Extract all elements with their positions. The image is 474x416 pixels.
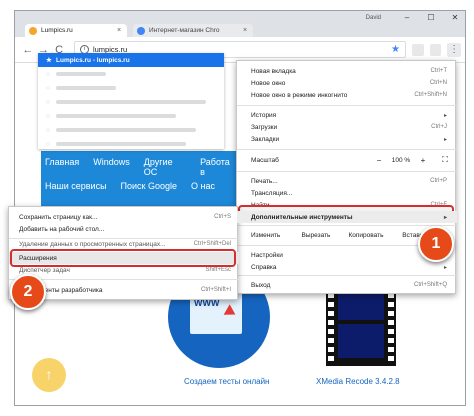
star-icon: ★	[46, 57, 52, 64]
menu-item-downloads[interactable]: Загрузки Ctrl+J	[237, 121, 457, 133]
submenu-item-save-page[interactable]: Сохранить страницу как... Ctrl+S	[9, 211, 239, 223]
edit-label: Изменить	[251, 231, 281, 239]
site-navigation-band: Главная Windows Другие ОС Работа в Наши …	[41, 151, 245, 207]
extensions-highlight	[10, 249, 236, 267]
menu-item-print[interactable]: Печать... Ctrl+P	[237, 175, 457, 187]
close-window-button[interactable]: ✕	[443, 11, 465, 25]
chrome-menu-button[interactable]: ⋮	[447, 42, 461, 57]
suggestion-text: Lumpics.ru - lumpics.ru	[56, 56, 130, 64]
zoom-in-button[interactable]: +	[413, 156, 433, 165]
bookmark-star-icon[interactable]: ★	[391, 44, 400, 55]
step-1-badge: 1	[418, 226, 454, 262]
zoom-row: Масштаб − 100 % + ⛶	[237, 153, 457, 167]
tab-title: Lumpics.ru	[41, 27, 73, 34]
minimize-button[interactable]: –	[395, 11, 419, 25]
lumpics-favicon-icon	[29, 26, 37, 35]
submenu-item-add-to-desktop[interactable]: Добавить на рабочий стол...	[9, 223, 239, 235]
menu-item-more-tools[interactable]: Дополнительные инструменты ▸	[237, 211, 457, 223]
card-caption-tests[interactable]: Создаем тесты онлайн	[184, 377, 269, 386]
window-controls: David – ☐ ✕	[366, 11, 465, 25]
search-icon: ○	[46, 70, 50, 78]
site-nav-google-search[interactable]: Поиск Google	[121, 181, 177, 191]
menu-item-new-tab[interactable]: Новая вкладка Ctrl+T	[237, 65, 457, 77]
step-2-badge: 2	[10, 274, 46, 310]
suggestion-item[interactable]: ○	[38, 109, 224, 123]
submenu-item-task-manager[interactable]: Диспетчер задач Shift+Esc	[9, 266, 239, 274]
close-tab-icon[interactable]: ×	[241, 27, 249, 34]
submenu-item-clear-data[interactable]: Удаление данных о просмотренных страница…	[9, 240, 239, 248]
search-icon: ○	[46, 140, 50, 148]
menu-item-cast[interactable]: Трансляция...	[237, 187, 457, 199]
tab-title: Интернет-магазин Chro	[149, 27, 220, 34]
site-nav-other-os[interactable]: Другие ОС	[144, 157, 186, 177]
close-tab-icon[interactable]: ×	[115, 27, 123, 34]
search-icon: ○	[46, 126, 50, 134]
menu-item-exit[interactable]: Выход Ctrl+Shift+Q	[237, 279, 457, 291]
card-caption-xmedia[interactable]: XMedia Recode 3.4.2.8	[316, 377, 400, 386]
site-nav-work[interactable]: Работа в	[200, 157, 235, 177]
suggestion-item[interactable]: ★ Lumpics.ru - lumpics.ru	[38, 53, 224, 67]
search-icon: ○	[46, 84, 50, 92]
site-nav-windows[interactable]: Windows	[93, 157, 130, 177]
fullscreen-icon[interactable]: ⛶	[433, 155, 457, 165]
search-icon: ○	[46, 98, 50, 106]
site-nav-services[interactable]: Наши сервисы	[45, 181, 107, 191]
maximize-button[interactable]: ☐	[419, 11, 443, 25]
tab-lumpics[interactable]: Lumpics.ru ×	[25, 24, 127, 37]
site-nav-about[interactable]: О нас	[191, 181, 215, 191]
menu-item-new-window[interactable]: Новое окно Ctrl+N	[237, 77, 457, 89]
scroll-to-top-button[interactable]: ↑	[32, 358, 66, 392]
zoom-value: 100 %	[391, 156, 411, 164]
profile-name[interactable]: David	[366, 11, 381, 25]
menu-item-history[interactable]: История ▸	[237, 109, 457, 121]
chrome-store-favicon-icon	[137, 26, 145, 35]
suggestion-item[interactable]: ○	[38, 81, 224, 95]
suggestion-item[interactable]: ○	[38, 123, 224, 137]
suggestion-item[interactable]: ○	[38, 137, 224, 151]
search-icon: ○	[46, 112, 50, 120]
menu-item-bookmarks[interactable]: Закладки ▸	[237, 133, 457, 145]
omnibox-suggestions: ★ Lumpics.ru - lumpics.ru ○ ○ ○ ○ ○ ○	[38, 53, 224, 149]
cut-button[interactable]: Вырезать	[295, 232, 337, 239]
copy-button[interactable]: Копировать	[345, 232, 387, 239]
site-nav-home[interactable]: Главная	[45, 157, 79, 177]
suggestion-item[interactable]: ○	[38, 95, 224, 109]
tab-chrome-store[interactable]: Интернет-магазин Chro ×	[133, 24, 253, 37]
chrome-main-menu: Новая вкладка Ctrl+T Новое окно Ctrl+N Нов…	[236, 60, 457, 294]
extension-icon[interactable]	[411, 43, 424, 56]
menu-item-help[interactable]: Справка ▸	[237, 261, 457, 273]
tab-strip: Lumpics.ru × Интернет-магазин Chro × Dav…	[15, 11, 465, 37]
extension-icon[interactable]	[429, 43, 442, 56]
menu-item-incognito[interactable]: Новое окно в режиме инкогнито Ctrl+Shift+…	[237, 89, 457, 101]
zoom-out-button[interactable]: −	[369, 156, 389, 165]
suggestion-item[interactable]: ○	[38, 67, 224, 81]
back-button[interactable]: ←	[21, 44, 35, 56]
zoom-label: Масштаб	[251, 156, 279, 164]
